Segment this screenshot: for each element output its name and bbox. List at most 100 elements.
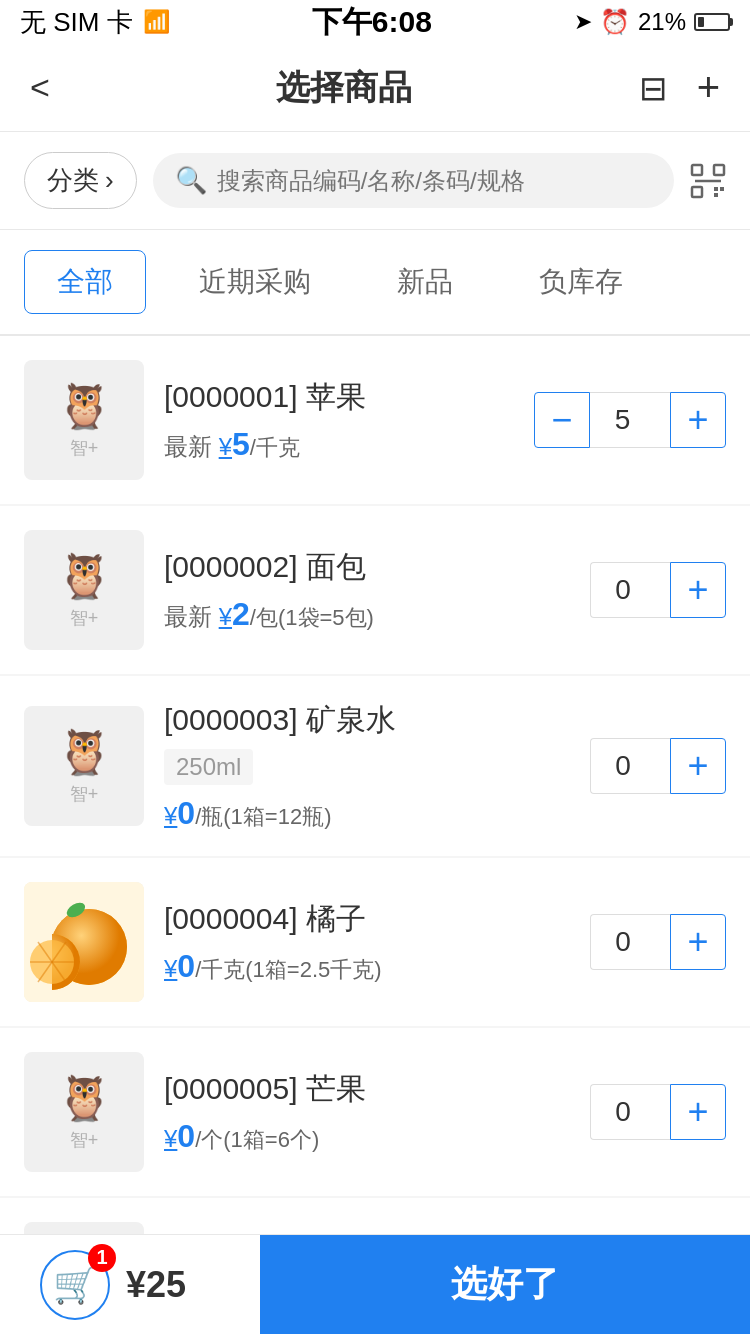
plus-button-0000005[interactable]: + [670, 1084, 726, 1140]
product-controls-0000004: + [590, 914, 726, 970]
product-info-0000002: [0000002] 面包 最新 ¥2/包(1袋=5包) [164, 547, 570, 633]
product-name-0000005: [0000005] 芒果 [164, 1069, 570, 1110]
price-unit: /个(1箱=6个) [195, 1127, 319, 1152]
search-icon: 🔍 [175, 165, 207, 196]
product-price-0000004: ¥0/千克(1箱=2.5千克) [164, 948, 570, 985]
status-bar: 无 SIM 卡 📶 下午6:08 ➤ ⏰ 21% [0, 0, 750, 44]
price-label: 最新 [164, 603, 212, 630]
svg-rect-6 [714, 193, 718, 197]
price-value: 5 [232, 426, 250, 462]
price-value: 0 [177, 948, 195, 984]
orange-image-svg [24, 882, 144, 1002]
product-price-0000005: ¥0/个(1箱=6个) [164, 1118, 570, 1155]
product-info-0000003: [0000003] 矿泉水 250ml ¥0/瓶(1箱=12瓶) [164, 700, 570, 832]
tab-all-label: 全部 [57, 266, 113, 297]
price-unit: /瓶(1箱=12瓶) [195, 804, 331, 829]
wifi-icon: 📶 [143, 9, 170, 35]
plus-button-0000004[interactable]: + [670, 914, 726, 970]
tab-bar: 全部 近期采购 新品 负库存 [0, 230, 750, 336]
svg-rect-4 [714, 187, 718, 191]
placeholder-label: 智+ [70, 782, 99, 806]
placeholder-label: 智+ [70, 1128, 99, 1152]
qty-input-0000003[interactable] [590, 738, 670, 794]
chevron-right-icon: › [105, 165, 114, 196]
product-item-0000001: 🦉 智+ [0000001] 苹果 最新 ¥5/千克 − + [0, 336, 750, 504]
price-symbol: ¥ [219, 603, 232, 630]
product-item-0000004: [0000004] 橘子 ¥0/千克(1箱=2.5千克) + [0, 858, 750, 1026]
qty-input-0000004[interactable] [590, 914, 670, 970]
status-time: 下午6:08 [312, 2, 432, 43]
svg-rect-1 [714, 165, 724, 175]
category-button[interactable]: 分类 › [24, 152, 137, 209]
product-image-0000005: 🦉 智+ [24, 1052, 144, 1172]
cart-total: ¥25 [126, 1264, 186, 1306]
cart-icon: 🛒 [53, 1264, 98, 1306]
product-image-0000004 [24, 882, 144, 1002]
minus-button-0000001[interactable]: − [534, 392, 590, 448]
nav-right: ⊟ + [639, 65, 720, 110]
nav-left: < [30, 68, 50, 107]
product-info-0000005: [0000005] 芒果 ¥0/个(1箱=6个) [164, 1069, 570, 1155]
price-symbol: ¥ [219, 433, 232, 460]
price-value: 0 [177, 795, 195, 831]
qty-input-0000001[interactable] [590, 392, 670, 448]
cart-badge: 1 [88, 1244, 116, 1272]
alarm-icon: ⏰ [600, 8, 630, 36]
price-symbol: ¥ [164, 1125, 177, 1152]
nav-title: 选择商品 [276, 65, 412, 111]
filter-button[interactable]: ⊟ [639, 68, 667, 108]
price-unit: /千克 [250, 435, 300, 460]
tab-negative[interactable]: 负库存 [506, 250, 656, 314]
product-info-0000001: [0000001] 苹果 最新 ¥5/千克 [164, 377, 514, 463]
scan-button[interactable] [690, 163, 726, 199]
product-controls-0000003: + [590, 738, 726, 794]
owl-icon: 🦉 [57, 550, 112, 602]
search-input[interactable] [217, 167, 652, 195]
status-left: 无 SIM 卡 📶 [20, 5, 170, 40]
tab-negative-label: 负库存 [539, 266, 623, 297]
product-item-0000005: 🦉 智+ [0000005] 芒果 ¥0/个(1箱=6个) + [0, 1028, 750, 1196]
plus-button-0000002[interactable]: + [670, 562, 726, 618]
product-controls-0000002: + [590, 562, 726, 618]
owl-icon: 🦉 [57, 726, 112, 778]
svg-rect-2 [692, 187, 702, 197]
product-controls-0000001: − + [534, 392, 726, 448]
status-right: ➤ ⏰ 21% [574, 8, 730, 36]
placeholder-label: 智+ [70, 606, 99, 630]
qty-input-0000005[interactable] [590, 1084, 670, 1140]
placeholder-label: 智+ [70, 436, 99, 460]
product-spec-0000003: 250ml [164, 749, 253, 785]
nav-bar: < 选择商品 ⊟ + [0, 44, 750, 132]
product-controls-0000005: + [590, 1084, 726, 1140]
add-button[interactable]: + [697, 65, 720, 110]
tab-new-label: 新品 [397, 266, 453, 297]
carrier-text: 无 SIM 卡 [20, 5, 133, 40]
product-image-0000001: 🦉 智+ [24, 360, 144, 480]
owl-icon: 🦉 [57, 380, 112, 432]
price-label: 最新 [164, 433, 212, 460]
back-button[interactable]: < [30, 68, 50, 107]
product-info-0000004: [0000004] 橘子 ¥0/千克(1箱=2.5千克) [164, 899, 570, 985]
qty-input-0000002[interactable] [590, 562, 670, 618]
plus-button-0000001[interactable]: + [670, 392, 726, 448]
product-name-0000002: [0000002] 面包 [164, 547, 570, 588]
cart-icon-button[interactable]: 🛒 1 [40, 1250, 110, 1320]
product-list: 🦉 智+ [0000001] 苹果 最新 ¥5/千克 − + 🦉 智+ [000… [0, 336, 750, 1334]
plus-button-0000003[interactable]: + [670, 738, 726, 794]
product-price-0000002: 最新 ¥2/包(1袋=5包) [164, 596, 570, 633]
tab-recent[interactable]: 近期采购 [166, 250, 344, 314]
product-price-0000003: ¥0/瓶(1箱=12瓶) [164, 795, 570, 832]
product-name-0000003: [0000003] 矿泉水 [164, 700, 570, 741]
product-name-0000004: [0000004] 橘子 [164, 899, 570, 940]
tab-all[interactable]: 全部 [24, 250, 146, 314]
cart-section: 🛒 1 ¥25 [0, 1250, 260, 1320]
tab-new[interactable]: 新品 [364, 250, 486, 314]
battery-text: 21% [638, 8, 686, 36]
price-value: 2 [232, 596, 250, 632]
battery-icon [694, 13, 730, 31]
owl-icon: 🦉 [57, 1072, 112, 1124]
product-image-0000003: 🦉 智+ [24, 706, 144, 826]
search-bar[interactable]: 🔍 [153, 153, 674, 208]
product-item-0000003: 🦉 智+ [0000003] 矿泉水 250ml ¥0/瓶(1箱=12瓶) + [0, 676, 750, 856]
confirm-button[interactable]: 选好了 [260, 1235, 750, 1334]
